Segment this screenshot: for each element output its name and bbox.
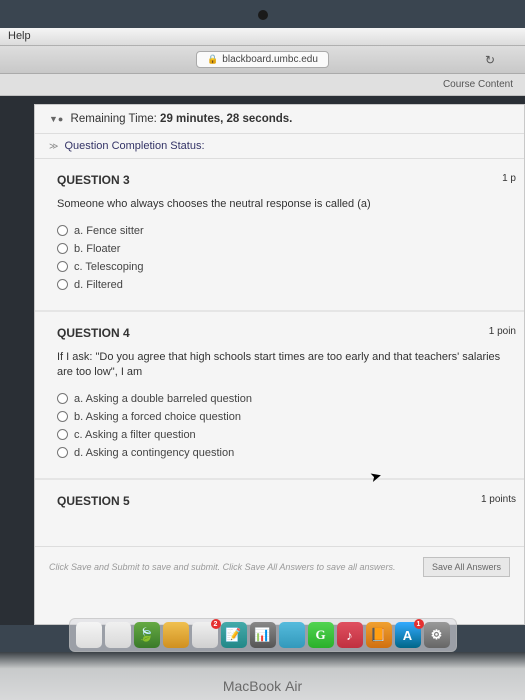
q4-option-c[interactable]: c. Asking a filter question xyxy=(57,426,502,444)
completion-label: Question Completion Status: xyxy=(64,140,204,152)
bb-tabbar: Course Content xyxy=(0,74,525,96)
dock-books-icon[interactable]: 📙 xyxy=(366,622,392,648)
q4-radio-a[interactable] xyxy=(57,393,68,404)
browser-toolbar: 🔒 blackboard.umbc.edu ↻ xyxy=(0,46,525,74)
q3-opt-d-label: d. Filtered xyxy=(74,279,123,291)
q5-title: QUESTION 5 xyxy=(57,494,502,508)
q4-option-d[interactable]: d. Asking a contingency question xyxy=(57,444,502,462)
q4-radio-c[interactable] xyxy=(57,429,68,440)
dock-finder-icon[interactable] xyxy=(76,622,102,648)
dock-chat-icon[interactable] xyxy=(163,622,189,648)
dock-app-icon[interactable] xyxy=(105,622,131,648)
content-area: ▼● Remaining Time: 29 minutes, 28 second… xyxy=(0,96,525,625)
q3-option-a[interactable]: a. Fence sitter xyxy=(57,222,502,240)
macos-menubar[interactable]: Help xyxy=(0,28,525,46)
dock-tool-icon[interactable] xyxy=(279,622,305,648)
menu-help[interactable]: Help xyxy=(8,30,31,42)
q3-option-c[interactable]: c. Telescoping xyxy=(57,258,502,276)
q4-title: QUESTION 4 xyxy=(57,326,502,340)
chevron-icon: ≫ xyxy=(49,141,58,151)
q3-radio-a[interactable] xyxy=(57,225,68,236)
q3-opt-a-label: a. Fence sitter xyxy=(74,225,144,237)
screen-area: Help 🔒 blackboard.umbc.edu ↻ Course Cont… xyxy=(0,28,525,625)
dock-appstore-icon[interactable]: A 1 xyxy=(395,622,421,648)
badge-icon: 2 xyxy=(211,619,221,629)
q4-radio-d[interactable] xyxy=(57,447,68,458)
q3-radio-d[interactable] xyxy=(57,279,68,290)
reload-icon[interactable]: ↻ xyxy=(485,53,495,67)
q3-option-b[interactable]: b. Floater xyxy=(57,240,502,258)
laptop-hinge: MacBook Air xyxy=(0,652,525,700)
dock-music-icon[interactable]: ♪ xyxy=(337,622,363,648)
q4-option-b[interactable]: b. Asking a forced choice question xyxy=(57,408,502,426)
question-4: QUESTION 4 1 poin If I ask: "Do you agre… xyxy=(35,310,524,472)
dock-settings-icon[interactable]: ⚙ xyxy=(424,622,450,648)
q3-opt-b-label: b. Floater xyxy=(74,243,120,255)
brand-name: MacBook xyxy=(223,678,281,694)
q4-opt-b-label: b. Asking a forced choice question xyxy=(74,411,241,423)
q4-option-a[interactable]: a. Asking a double barreled question xyxy=(57,390,502,408)
footer-hint: Click Save and Submit to save and submit… xyxy=(49,562,395,572)
q3-option-d[interactable]: d. Filtered xyxy=(57,276,502,294)
timer-value: 29 minutes, 28 seconds. xyxy=(160,113,292,125)
badge-icon: 1 xyxy=(414,619,424,629)
dock-leaf-icon[interactable]: 🍃 xyxy=(134,622,160,648)
quiz-footer: Click Save and Submit to save and submit… xyxy=(35,546,524,587)
quiz-panel: ▼● Remaining Time: 29 minutes, 28 second… xyxy=(34,104,525,625)
q4-opt-c-label: c. Asking a filter question xyxy=(74,429,196,441)
laptop-brand: MacBook Air xyxy=(223,678,302,694)
q4-text: If I ask: "Do you agree that high school… xyxy=(57,350,502,380)
macos-dock[interactable]: 🍃 2 📝 📊 G ♪ 📙 A 1 ⚙ xyxy=(69,618,457,652)
q4-points: 1 poin xyxy=(489,326,516,337)
url-text: blackboard.umbc.edu xyxy=(222,54,318,65)
dock-calendar-icon[interactable]: 2 xyxy=(192,622,218,648)
dock-g-icon[interactable]: G xyxy=(308,622,334,648)
q3-points: 1 p xyxy=(502,173,516,184)
q3-radio-b[interactable] xyxy=(57,243,68,254)
q4-opt-d-label: d. Asking a contingency question xyxy=(74,447,234,459)
laptop-camera xyxy=(258,10,268,20)
lock-icon: 🔒 xyxy=(207,54,218,65)
q5-points: 1 points xyxy=(481,494,516,505)
q3-radio-c[interactable] xyxy=(57,261,68,272)
question-3: QUESTION 3 1 p Someone who always choose… xyxy=(35,159,524,304)
q3-text: Someone who always chooses the neutral r… xyxy=(57,197,502,212)
q3-opt-c-label: c. Telescoping xyxy=(74,261,144,273)
q4-opt-a-label: a. Asking a double barreled question xyxy=(74,393,252,405)
address-bar[interactable]: 🔒 blackboard.umbc.edu xyxy=(196,51,329,68)
tab-course-content[interactable]: Course Content xyxy=(443,79,513,90)
q3-title: QUESTION 3 xyxy=(57,173,502,187)
dock-notes-icon[interactable]: 📝 xyxy=(221,622,247,648)
completion-bar[interactable]: ≫ Question Completion Status: xyxy=(35,134,524,159)
collapse-icon[interactable]: ▼● xyxy=(49,114,63,124)
q4-radio-b[interactable] xyxy=(57,411,68,422)
timer-label: Remaining Time: xyxy=(71,113,157,125)
brand-model: Air xyxy=(285,678,302,694)
dock-chart-icon[interactable]: 📊 xyxy=(250,622,276,648)
question-5: QUESTION 5 1 points xyxy=(35,478,524,528)
timer-bar: ▼● Remaining Time: 29 minutes, 28 second… xyxy=(35,105,524,134)
save-all-button[interactable]: Save All Answers xyxy=(423,557,510,577)
